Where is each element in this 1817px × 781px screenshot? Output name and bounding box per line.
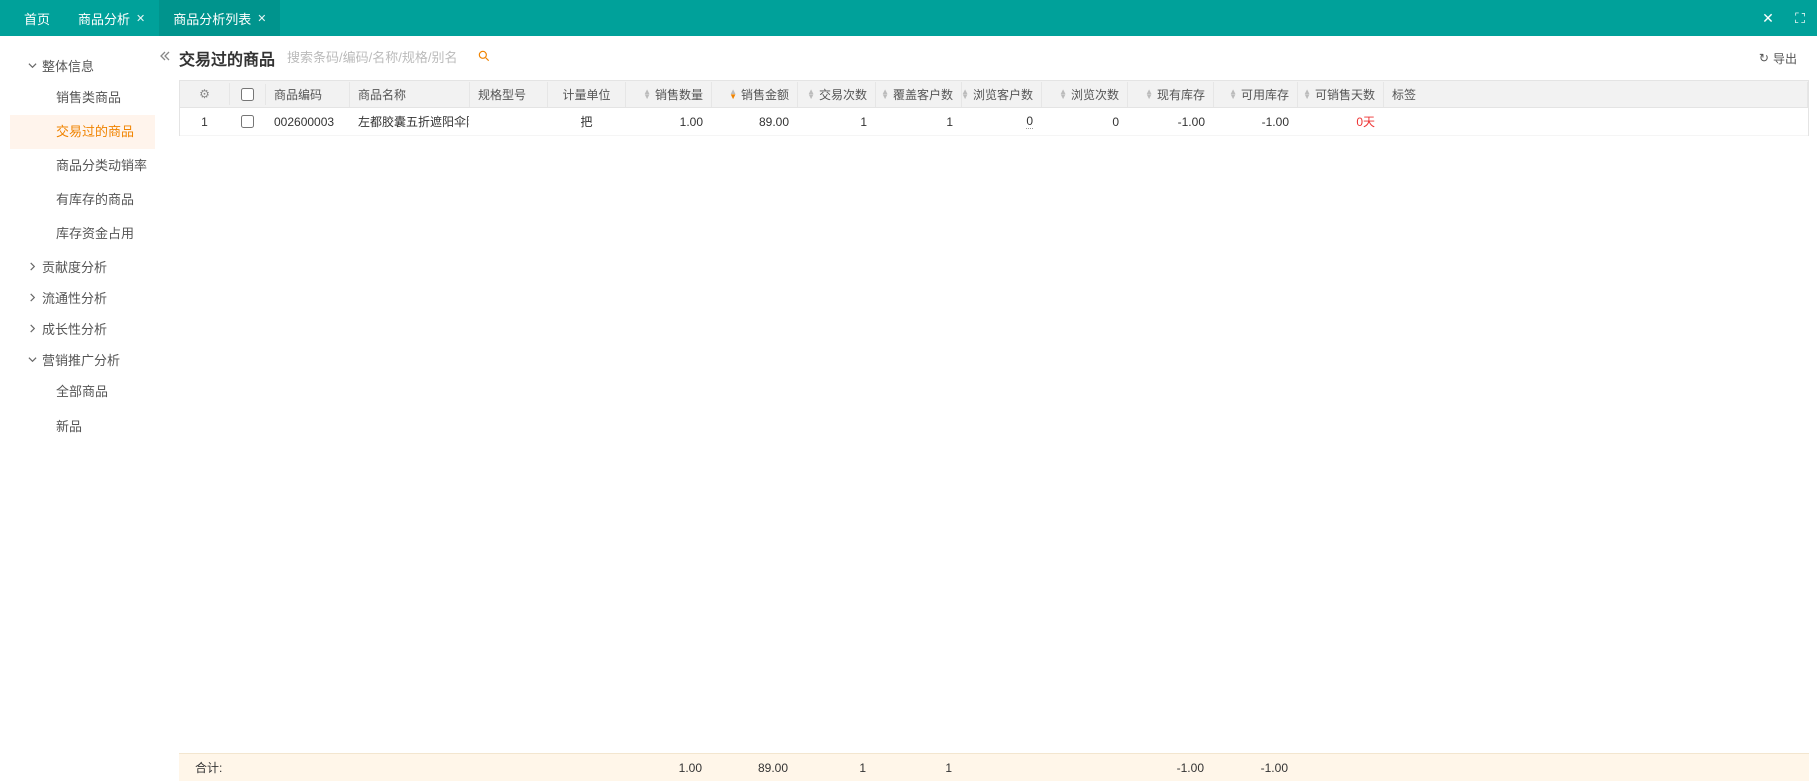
sidebar-group[interactable]: 流通性分析: [10, 282, 155, 313]
table-row[interactable]: 1002600003左都胶囊五折遮阳伞防晒伞;把1.0089.001100-1.…: [180, 108, 1808, 136]
sidebar-group-label: 整体信息: [42, 56, 94, 75]
footer-amount: 89.00: [711, 756, 797, 780]
col-header-amount[interactable]: ▲▼销售金额: [712, 82, 798, 107]
select-all-checkbox[interactable]: [241, 88, 254, 101]
col-header-trades[interactable]: ▲▼交易次数: [798, 82, 876, 107]
search-button[interactable]: [477, 49, 491, 66]
cell-qty: 1.00: [626, 109, 712, 135]
table-header: ⚙ 商品编码 商品名称 规格型号 计量单位 ▲▼销售数量 ▲▼销售金额 ▲▼交易…: [179, 80, 1809, 108]
sidebar-item[interactable]: 交易过的商品: [10, 115, 155, 149]
col-header-stock[interactable]: ▲▼现有库存: [1128, 82, 1214, 107]
footer-browse-count: [1041, 756, 1127, 780]
tab-item[interactable]: 首页: [10, 0, 64, 36]
cell-spec: [470, 109, 548, 135]
tab-label: 首页: [24, 9, 50, 28]
tab-close-icon[interactable]: ✕: [257, 12, 266, 25]
cell-code: 002600003: [266, 109, 350, 135]
footer-available: -1.00: [1213, 756, 1297, 780]
row-select: [230, 109, 266, 135]
col-header-qty[interactable]: ▲▼销售数量: [626, 82, 712, 107]
chevron-right-icon: [28, 290, 42, 305]
chevron-down-icon: [28, 58, 42, 73]
sidebar-group-label: 成长性分析: [42, 319, 107, 338]
col-header-browse-count[interactable]: ▲▼浏览次数: [1042, 82, 1128, 107]
sidebar-item[interactable]: 商品分类动销率: [10, 149, 155, 183]
table-body: 1002600003左都胶囊五折遮阳伞防晒伞;把1.0089.001100-1.…: [179, 108, 1809, 136]
export-label: 导出: [1773, 50, 1797, 67]
search-icon: [477, 50, 491, 66]
cell-amount: 89.00: [712, 109, 798, 135]
sidebar-group-label: 贡献度分析: [42, 257, 107, 276]
col-header-available[interactable]: ▲▼可用库存: [1214, 82, 1298, 107]
table-settings-button[interactable]: ⚙: [199, 87, 210, 101]
collapse-sidebar-button[interactable]: [160, 50, 170, 781]
cell-browse-customers: 0: [962, 109, 1042, 135]
browse-customers-link[interactable]: 0: [1026, 114, 1033, 129]
col-header-unit[interactable]: 计量单位: [548, 82, 626, 107]
cell-tag: [1384, 109, 1808, 135]
sidebar-item[interactable]: 库存资金占用: [10, 217, 155, 251]
footer-trades: 1: [797, 756, 875, 780]
page-title: 交易过的商品: [179, 46, 275, 70]
chevron-down-icon: [28, 352, 42, 367]
footer-qty: 1.00: [625, 756, 711, 780]
search-input[interactable]: [287, 50, 467, 65]
cell-stock: -1.00: [1128, 109, 1214, 135]
refresh-export-icon: ↻: [1759, 51, 1769, 65]
tab-label: 商品分析列表: [173, 9, 251, 28]
close-icon: ✕: [1762, 10, 1774, 27]
cell-browse-count: 0: [1042, 109, 1128, 135]
expand-icon: ⛶: [1795, 10, 1805, 27]
sidebar-item[interactable]: 新品: [10, 410, 155, 444]
export-button[interactable]: ↻ 导出: [1759, 50, 1797, 67]
sidebar-group-label: 营销推广分析: [42, 350, 120, 369]
sidebar-group-label: 流通性分析: [42, 288, 107, 307]
col-header-code[interactable]: 商品编码: [266, 82, 350, 107]
sidebar-nav: 整体信息销售类商品交易过的商品商品分类动销率有库存的商品库存资金占用贡献度分析流…: [10, 36, 155, 781]
col-header-customers[interactable]: ▲▼覆盖客户数: [876, 82, 962, 107]
sidebar-item[interactable]: 全部商品: [10, 375, 155, 409]
sidebar-group[interactable]: 成长性分析: [10, 313, 155, 344]
cell-customers: 1: [876, 109, 962, 135]
footer-customers: 1: [875, 756, 961, 780]
col-header-tag[interactable]: 标签: [1384, 82, 1808, 107]
fullscreen-button[interactable]: ⛶: [1789, 7, 1811, 29]
col-header-days[interactable]: ▲▼可销售天数: [1298, 82, 1384, 107]
sidebar-group[interactable]: 整体信息: [10, 50, 155, 81]
cell-trades: 1: [798, 109, 876, 135]
footer-browse-customers: [961, 756, 1041, 780]
top-tab-bar: 首页 商品分析 ✕ 商品分析列表 ✕ ✕ ⛶: [0, 0, 1817, 36]
row-index: 1: [180, 109, 230, 135]
gear-icon: ⚙: [199, 87, 210, 101]
table-footer-totals: 合计: 1.00 89.00 1 1 -1.00 -1.00: [179, 753, 1809, 781]
chevron-double-left-icon: [160, 51, 170, 61]
close-panel-button[interactable]: ✕: [1757, 7, 1779, 29]
sidebar-item[interactable]: 销售类商品: [10, 81, 155, 115]
tab-label: 商品分析: [78, 9, 130, 28]
sidebar-group[interactable]: 贡献度分析: [10, 251, 155, 282]
sidebar-item[interactable]: 有库存的商品: [10, 183, 155, 217]
tab-close-icon[interactable]: ✕: [136, 12, 145, 25]
tab-item[interactable]: 商品分析列表 ✕: [159, 0, 280, 36]
chevron-right-icon: [28, 321, 42, 336]
footer-label: 合计:: [179, 756, 229, 780]
tab-item[interactable]: 商品分析 ✕: [64, 0, 159, 36]
footer-stock: -1.00: [1127, 756, 1213, 780]
days-value: 0天: [1356, 113, 1375, 130]
cell-name: 左都胶囊五折遮阳伞防晒伞;: [350, 109, 470, 135]
col-header-spec[interactable]: 规格型号: [470, 82, 548, 107]
footer-days: [1297, 756, 1383, 780]
col-header-browse-customers[interactable]: ▲▼浏览客户数: [962, 82, 1042, 107]
cell-available: -1.00: [1214, 109, 1298, 135]
col-header-name[interactable]: 商品名称: [350, 82, 470, 107]
chevron-right-icon: [28, 259, 42, 274]
sidebar-group[interactable]: 营销推广分析: [10, 344, 155, 375]
row-checkbox[interactable]: [241, 115, 254, 128]
cell-days: 0天: [1298, 109, 1384, 135]
cell-unit: 把: [548, 109, 626, 135]
